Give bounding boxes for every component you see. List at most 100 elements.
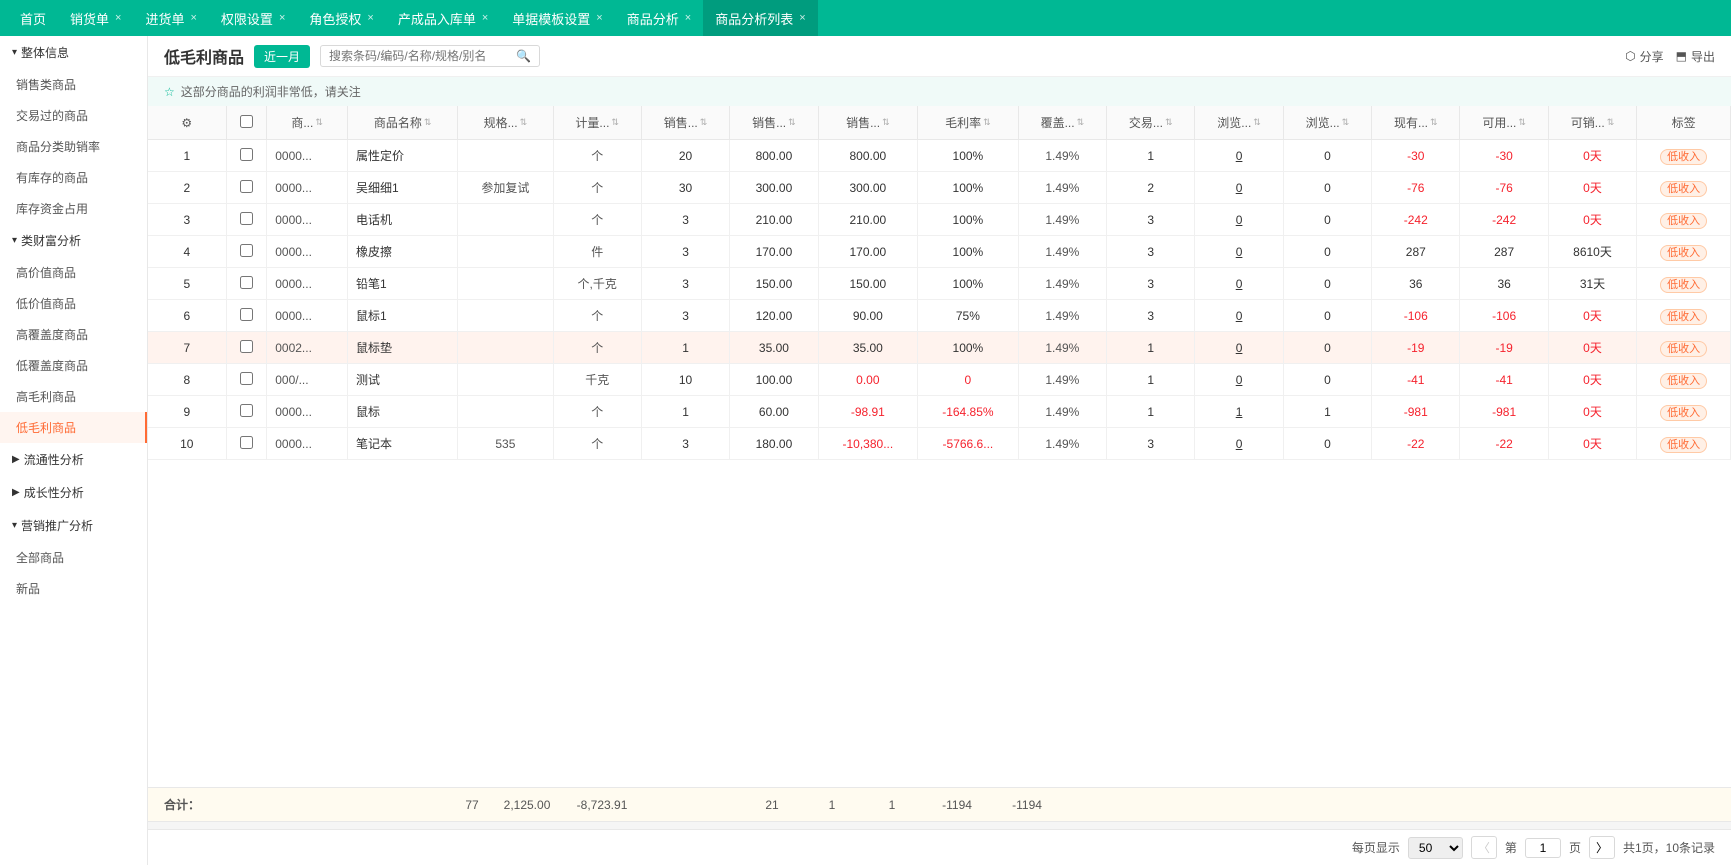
views1-link[interactable]: 0 (1236, 149, 1243, 163)
sidebar-section-marketing[interactable]: ▾ 营销推广分析 (0, 509, 147, 542)
row-checkbox[interactable] (240, 276, 253, 289)
row-views1[interactable]: 1 (1195, 396, 1283, 428)
nav-close-sales[interactable]: × (115, 12, 121, 24)
page-number-input[interactable] (1525, 838, 1561, 858)
page-size-select[interactable]: 50 100 200 (1408, 837, 1463, 859)
views1-link[interactable]: 0 (1236, 245, 1243, 259)
sidebar-item-high-value[interactable]: 高价值商品 (0, 257, 147, 288)
nav-permission[interactable]: 权限设置 × (209, 0, 297, 36)
row-select[interactable] (226, 364, 267, 396)
share-btn[interactable]: ⬡ 分享 (1625, 48, 1664, 65)
sidebar-item-low-value[interactable]: 低价值商品 (0, 288, 147, 319)
row-select[interactable] (226, 332, 267, 364)
sidebar-section-growth[interactable]: ▶ 成长性分析 (0, 476, 147, 509)
row-select[interactable] (226, 268, 267, 300)
nav-purchase-order[interactable]: 进货单 × (133, 0, 208, 36)
th-checkbox[interactable] (226, 106, 267, 140)
row-tag: 低收入 (1660, 437, 1707, 453)
nav-product-inbound[interactable]: 产成品入库单 × (386, 0, 500, 36)
th-settings[interactable]: ⚙ (148, 106, 226, 140)
row-sales-profit: 35.00 (818, 332, 918, 364)
row-select[interactable] (226, 396, 267, 428)
row-views1[interactable]: 0 (1195, 364, 1283, 396)
views1-link[interactable]: 0 (1236, 309, 1243, 323)
row-views1[interactable]: 0 (1195, 300, 1283, 332)
row-select[interactable] (226, 140, 267, 172)
nav-close-purchase[interactable]: × (190, 12, 196, 24)
th-transaction: 交易...⇅ (1107, 106, 1195, 140)
nav-template-setting[interactable]: 单据模板设置 × (500, 0, 614, 36)
sidebar-item-category-rate[interactable]: 商品分类助销率 (0, 131, 147, 162)
search-icon[interactable]: 🔍 (516, 49, 531, 63)
row-select[interactable] (226, 204, 267, 236)
row-code: 0000... (267, 428, 348, 460)
row-checkbox[interactable] (240, 244, 253, 257)
nav-goods-analysis-list[interactable]: 商品分析列表 × (703, 0, 817, 36)
row-sales-profit: -10,380... (818, 428, 918, 460)
nav-goods-analysis[interactable]: 商品分析 × (615, 0, 703, 36)
sidebar-item-low-coverage[interactable]: 低覆盖度商品 (0, 350, 147, 381)
row-tag-cell: 低收入 (1637, 364, 1731, 396)
nav-role[interactable]: 角色授权 × (297, 0, 385, 36)
sidebar-section-overview[interactable]: ▾ 整体信息 (0, 36, 147, 69)
row-select[interactable] (226, 428, 267, 460)
row-checkbox[interactable] (240, 212, 253, 225)
row-views2: 1 (1283, 396, 1371, 428)
row-sales-profit: 90.00 (818, 300, 918, 332)
views1-link[interactable]: 0 (1236, 373, 1243, 387)
views1-link[interactable]: 0 (1236, 437, 1243, 451)
sidebar-section-flow[interactable]: ▶ 流通性分析 (0, 443, 147, 476)
sidebar-item-stocked-goods[interactable]: 有库存的商品 (0, 162, 147, 193)
sidebar-item-new-goods[interactable]: 新品 (0, 573, 147, 604)
row-views1[interactable]: 0 (1195, 268, 1283, 300)
row-checkbox[interactable] (240, 180, 253, 193)
nav-sales-order[interactable]: 销货单 × (58, 0, 133, 36)
nav-close-product-inbound[interactable]: × (482, 12, 488, 24)
views1-link[interactable]: 0 (1236, 277, 1243, 291)
row-views1[interactable]: 0 (1195, 172, 1283, 204)
sidebar-section-wealth[interactable]: ▾ 类财富分析 (0, 224, 147, 257)
nav-close-template[interactable]: × (596, 12, 602, 24)
row-checkbox[interactable] (240, 148, 253, 161)
row-sales-profit: 0.00 (818, 364, 918, 396)
row-gross-margin: -164.85% (918, 396, 1019, 428)
sidebar-item-low-margin[interactable]: 低毛利商品 (0, 412, 147, 443)
row-select[interactable] (226, 236, 267, 268)
search-input[interactable] (329, 49, 516, 63)
nav-close-goods-list[interactable]: × (799, 12, 805, 24)
views1-link[interactable]: 1 (1236, 405, 1243, 419)
settings-icon[interactable]: ⚙ (181, 116, 192, 130)
row-select[interactable] (226, 172, 267, 204)
row-views1[interactable]: 0 (1195, 332, 1283, 364)
row-views1[interactable]: 0 (1195, 204, 1283, 236)
sidebar-item-sales-goods[interactable]: 销售类商品 (0, 69, 147, 100)
views1-link[interactable]: 0 (1236, 341, 1243, 355)
row-views1[interactable]: 0 (1195, 428, 1283, 460)
next-page-btn[interactable]: 〉 (1589, 836, 1615, 859)
select-all-checkbox[interactable] (240, 115, 253, 128)
row-views1[interactable]: 0 (1195, 236, 1283, 268)
horizontal-scrollbar[interactable] (148, 821, 1731, 829)
row-views1[interactable]: 0 (1195, 140, 1283, 172)
views1-link[interactable]: 0 (1236, 213, 1243, 227)
nav-home[interactable]: 首页 (8, 0, 58, 36)
sidebar-item-high-coverage[interactable]: 高覆盖度商品 (0, 319, 147, 350)
views1-link[interactable]: 0 (1236, 181, 1243, 195)
sidebar-item-stock-capital[interactable]: 库存资金占用 (0, 193, 147, 224)
nav-close-permission[interactable]: × (279, 12, 285, 24)
row-checkbox[interactable] (240, 340, 253, 353)
filter-btn[interactable]: 近一月 (254, 45, 310, 68)
sidebar-item-all-goods[interactable]: 全部商品 (0, 542, 147, 573)
row-transaction: 2 (1107, 172, 1195, 204)
row-checkbox[interactable] (240, 308, 253, 321)
nav-close-role[interactable]: × (367, 12, 373, 24)
row-select[interactable] (226, 300, 267, 332)
row-checkbox[interactable] (240, 372, 253, 385)
prev-page-btn[interactable]: 〈 (1471, 836, 1497, 859)
nav-close-goods-analysis[interactable]: × (685, 12, 691, 24)
row-checkbox[interactable] (240, 436, 253, 449)
export-btn[interactable]: ⬒ 导出 (1676, 48, 1715, 65)
sidebar-item-traded-goods[interactable]: 交易过的商品 (0, 100, 147, 131)
sidebar-item-high-margin[interactable]: 高毛利商品 (0, 381, 147, 412)
row-checkbox[interactable] (240, 404, 253, 417)
